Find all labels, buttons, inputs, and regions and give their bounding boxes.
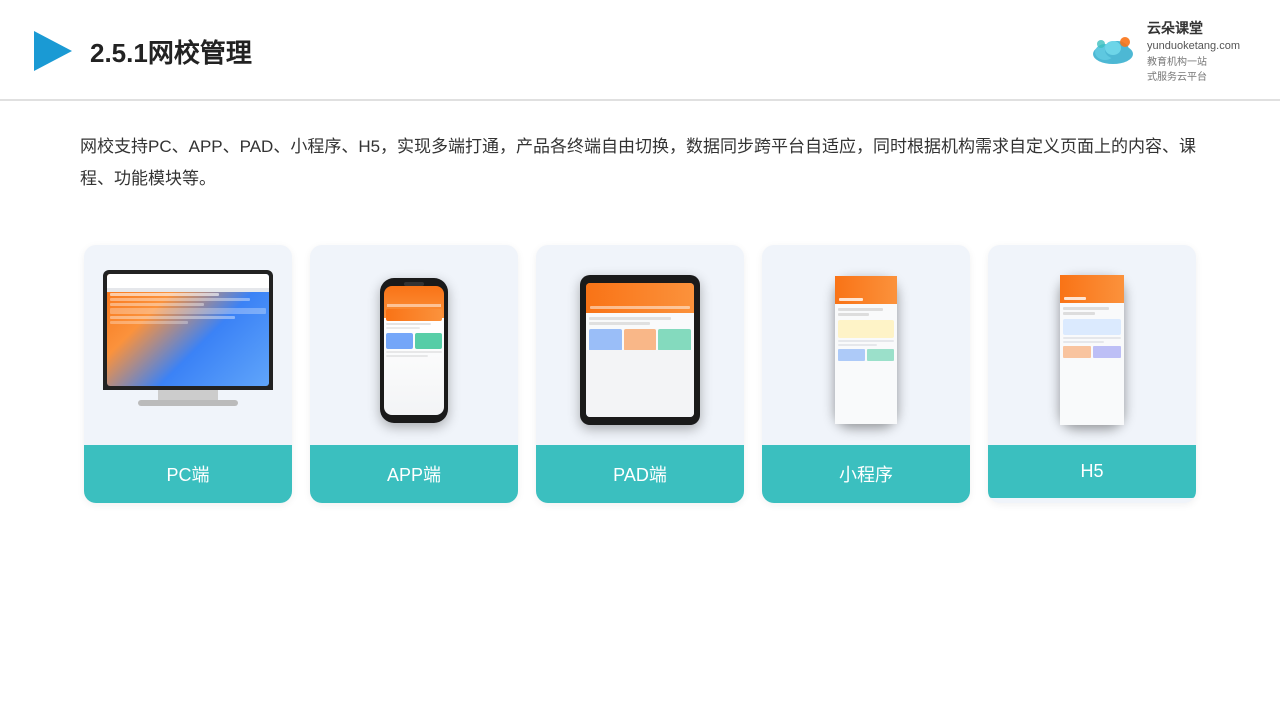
logo-url: yunduoketang.com	[1147, 38, 1240, 55]
play-icon	[30, 29, 74, 73]
card-h5: H5	[988, 245, 1196, 503]
card-pad: PAD端	[536, 245, 744, 503]
card-pc-label: PC端	[84, 445, 292, 503]
card-miniprogram-label: 小程序	[762, 445, 970, 503]
header: 2.5.1网校管理 云朵课堂 yunduoketang.com 教育机构一站 式…	[0, 0, 1280, 101]
app-phone-mockup	[380, 278, 448, 423]
tablet-mockup	[580, 275, 700, 425]
logo-tagline: 教育机构一站 式服务云平台	[1147, 55, 1240, 85]
card-app-label: APP端	[310, 445, 518, 503]
logo-name: 云朵课堂	[1147, 18, 1240, 38]
logo-text-block: 云朵课堂 yunduoketang.com 教育机构一站 式服务云平台	[1147, 18, 1240, 85]
card-pad-image	[536, 245, 744, 445]
card-h5-label: H5	[988, 445, 1196, 498]
card-app: APP端	[310, 245, 518, 503]
card-pc-image	[84, 245, 292, 445]
card-h5-image	[988, 245, 1196, 445]
card-pc: PC端	[84, 245, 292, 503]
h5-phone-mockup	[1060, 275, 1124, 425]
miniprogram-phone-mockup	[835, 276, 897, 424]
page-title: 2.5.1网校管理	[90, 33, 252, 70]
pc-mockup	[103, 270, 273, 430]
logo-area: 云朵课堂 yunduoketang.com 教育机构一站 式服务云平台	[1087, 18, 1240, 85]
logo-icon	[1087, 32, 1139, 70]
card-miniprogram-image	[762, 245, 970, 445]
card-miniprogram: 小程序	[762, 245, 970, 503]
description-text: 网校支持PC、APP、PAD、小程序、H5，实现多端打通，产品各终端自由切换，数…	[0, 101, 1280, 206]
cards-container: PC端	[0, 215, 1280, 503]
header-left: 2.5.1网校管理	[30, 29, 252, 73]
card-pad-label: PAD端	[536, 445, 744, 503]
card-app-image	[310, 245, 518, 445]
